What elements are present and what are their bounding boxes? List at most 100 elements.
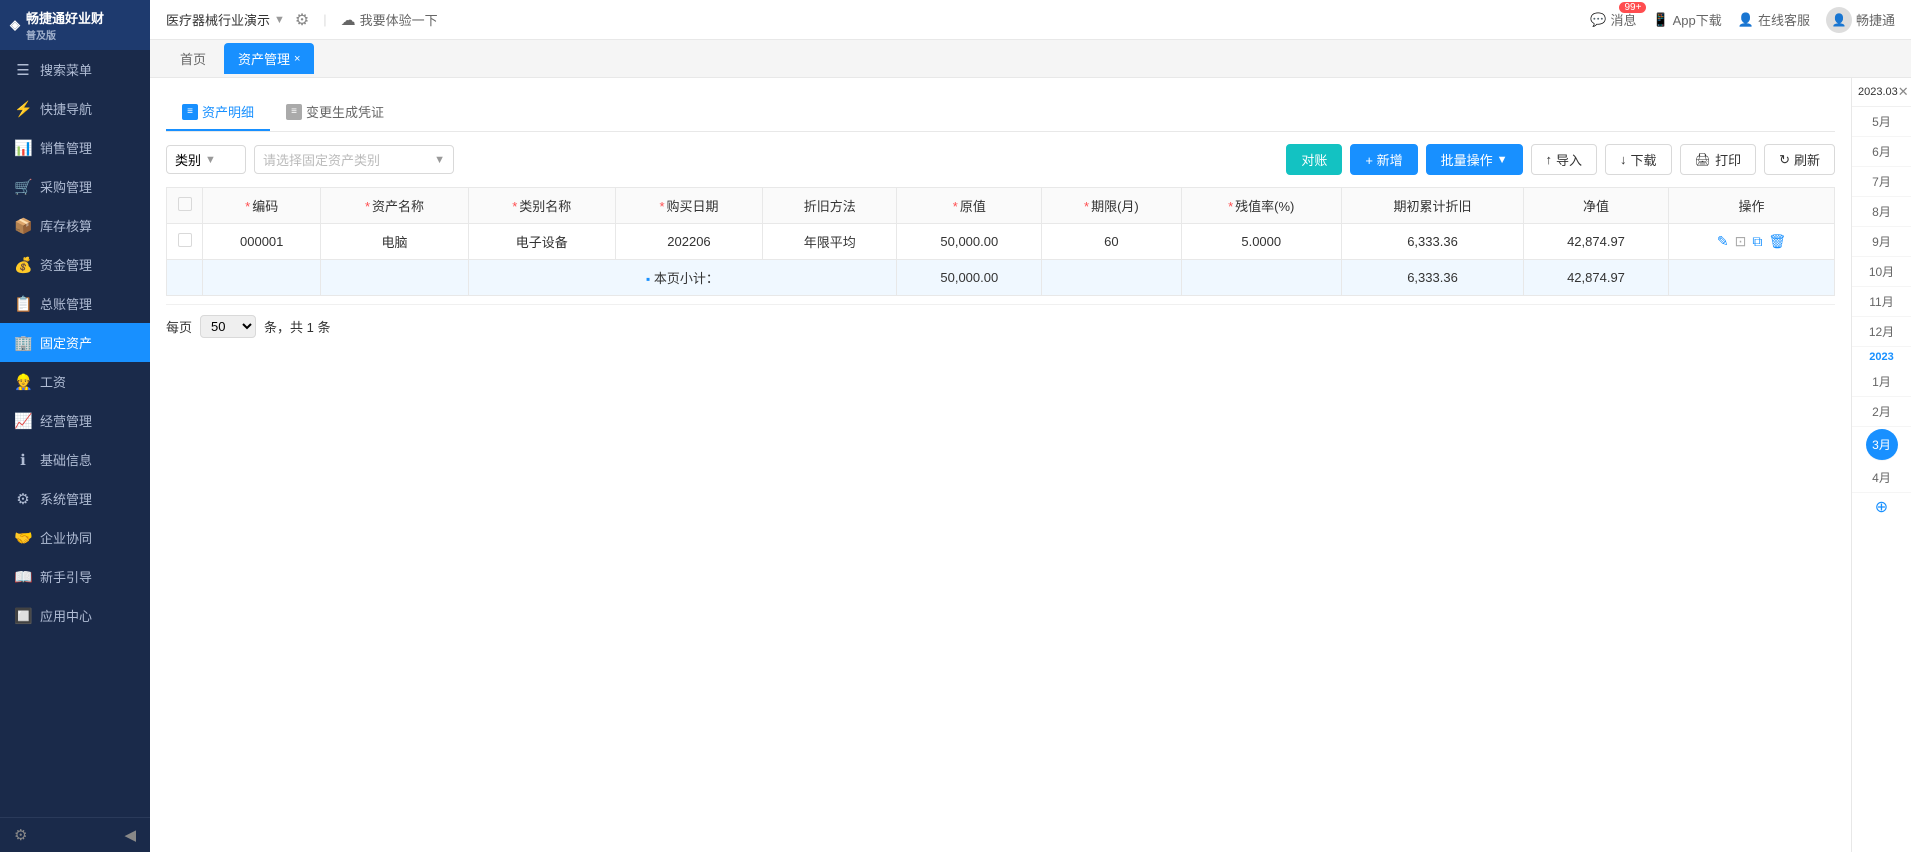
timeline-month-7月[interactable]: 7月 [1852,167,1911,197]
reconcile-button[interactable]: 对账 [1286,144,1342,175]
sidebar-label: 系统管理 [40,489,92,508]
timeline-month-3月[interactable]: 3月 [1866,429,1898,461]
per-page-label: 每页 [166,317,192,336]
delete-icon[interactable]: 🗑 [1768,233,1786,250]
sidebar-item-工资[interactable]: 👷工资 [0,362,150,401]
timeline-month-4月[interactable]: 4月 [1852,463,1911,493]
table-row: 000001 电脑 电子设备 202206 年限平均 50,000.00 60 … [167,224,1835,260]
timeline-month-12月[interactable]: 12月 [1852,317,1911,347]
th-dep-method: 折旧方法 [763,188,897,224]
user-menu[interactable]: 👤 畅捷通 [1826,7,1895,33]
refresh-icon: ↻ [1779,152,1790,168]
timeline-expand-button[interactable]: ⊕ [1852,493,1911,521]
th-actions: 操作 [1668,188,1834,224]
gear-icon[interactable]: ⚙ [295,10,309,30]
timeline-month-5月[interactable]: 5月 [1852,107,1911,137]
row-net-value: 42,874.97 [1524,224,1669,260]
online-service-button[interactable]: 👤 在线客服 [1738,10,1810,29]
timeline-month-10月[interactable]: 10月 [1852,257,1911,287]
timeline-month-1月[interactable]: 1月 [1852,367,1911,397]
sidebar-item-企业协同[interactable]: 🤝企业协同 [0,518,150,557]
sidebar-item-新手引导[interactable]: 📖新手引导 [0,557,150,596]
tabs-bar: 首页 资产管理 × [150,40,1911,78]
category-select-input[interactable]: 请选择固定资产类别 ▼ [254,145,454,174]
collapse-icon[interactable]: ◀ [124,826,136,844]
timeline-month-8月[interactable]: 8月 [1852,197,1911,227]
sidebar-item-搜索菜单[interactable]: ☰搜索菜单 [0,50,150,89]
sidebar-item-库存核算[interactable]: 📦库存核算 [0,206,150,245]
th-checkbox [167,188,203,224]
sidebar-item-采购管理[interactable]: 🛒采购管理 [0,167,150,206]
messages-button[interactable]: 💬 消息 99+ [1590,10,1636,29]
avatar: 👤 [1826,7,1852,33]
sidebar-item-销售管理[interactable]: 📊销售管理 [0,128,150,167]
sidebar-label: 应用中心 [40,606,92,625]
sidebar-item-应用中心[interactable]: 🔲 应用中心 [0,596,150,635]
tab-label: 首页 [180,49,206,68]
sidebar-item-基础信息[interactable]: ℹ基础信息 [0,440,150,479]
filter-input-icon: ▼ [434,154,445,166]
subtotal-empty [167,260,203,296]
tab-label: 资产管理 [238,49,290,68]
sidebar-item-总账管理[interactable]: 📋总账管理 [0,284,150,323]
th-accumulated-dep: 期初累计折旧 [1341,188,1523,224]
batch-ops-button[interactable]: 批量操作 ▼ [1426,144,1523,175]
app-download-button[interactable]: 📱 App下载 [1652,10,1721,29]
sidebar-item-系统管理[interactable]: ⚙系统管理 [0,479,150,518]
tab-close-icon[interactable]: × [294,53,300,65]
timeline-month-9月[interactable]: 9月 [1852,227,1911,257]
sub-tab-资产明细[interactable]: ≡资产明细 [166,94,270,131]
app-version: 普及版 [26,27,104,42]
export-button[interactable]: ↑ 导入 [1531,144,1598,175]
sub-tab-label: 资产明细 [202,102,254,121]
copy-icon[interactable]: ⊡ [1735,233,1747,250]
timeline-panel: 2023.03 ✕ ⤢ 5月6月7月8月9月10月11月12月 2023 1月2… [1851,78,1911,852]
pagination: 每页 50 10 20 100 条，共 1 条 [166,304,1835,338]
export-icon: ↑ [1546,152,1553,167]
sidebar-item-经营管理[interactable]: 📈经营管理 [0,401,150,440]
print-button[interactable]: 🖨 打印 [1680,144,1757,175]
sidebar-item-固定资产[interactable]: 🏢固定资产 [0,323,150,362]
timeline-month-2月[interactable]: 2月 [1852,397,1911,427]
sidebar-label: 快捷导航 [40,99,92,118]
th-net-value: 净值 [1524,188,1669,224]
timeline-month-6月[interactable]: 6月 [1852,137,1911,167]
page-size-select[interactable]: 50 10 20 100 [200,315,256,338]
edit-icon[interactable]: ✎ [1717,233,1729,250]
company-dropdown-icon: ▼ [274,14,285,26]
refresh-button[interactable]: ↻ 刷新 [1764,144,1835,175]
timeline-close-icon[interactable]: ✕ [1898,84,1909,100]
settings-icon[interactable]: ⚙ [14,826,27,844]
tab-资产管理[interactable]: 资产管理 × [224,43,314,74]
toolbar-left: 类别 ▼ 请选择固定资产类别 ▼ [166,145,454,174]
tab-首页[interactable]: 首页 [166,43,220,74]
sidebar-icon: 🔲 [14,607,32,625]
batch-ops-label: 批量操作 [1441,150,1493,169]
sidebar-item-快捷导航[interactable]: ⚡快捷导航 [0,89,150,128]
sidebar-label: 销售管理 [40,138,92,157]
download-button[interactable]: ↓ 下载 [1605,144,1672,175]
batch-dropdown-icon: ▼ [1497,154,1508,166]
th-code: *编码 [203,188,321,224]
logo-icon: ◈ [10,17,20,33]
select-all-checkbox[interactable] [178,197,192,211]
online-service-label: 在线客服 [1758,10,1810,29]
company-selector[interactable]: 医疗器械行业演示 ▼ [166,10,285,29]
subtotal-empty3 [321,260,468,296]
row-accum-dep: 6,333.36 [1341,224,1523,260]
row-original-value: 50,000.00 [897,224,1042,260]
sidebar-label: 新手引导 [40,567,92,586]
new-button[interactable]: + 新增 [1350,144,1417,175]
row-name: 电脑 [321,224,468,260]
sidebar-label: 工资 [40,372,66,391]
experience-link[interactable]: ☁ 我要体验一下 [341,10,438,29]
timeline-month-11月[interactable]: 11月 [1852,287,1911,317]
row-checkbox[interactable] [178,233,192,247]
sidebar-item-资金管理[interactable]: 💰资金管理 [0,245,150,284]
more-icon[interactable]: ⧉ [1752,233,1762,250]
sub-tab-变更生成凭证[interactable]: ≡变更生成凭证 [270,94,400,131]
th-original-value: *原值 [897,188,1042,224]
reconcile-label: 对账 [1301,150,1327,169]
category-type-filter[interactable]: 类别 ▼ [166,145,246,174]
sidebar-bottom: ⚙ ◀ [0,817,150,852]
